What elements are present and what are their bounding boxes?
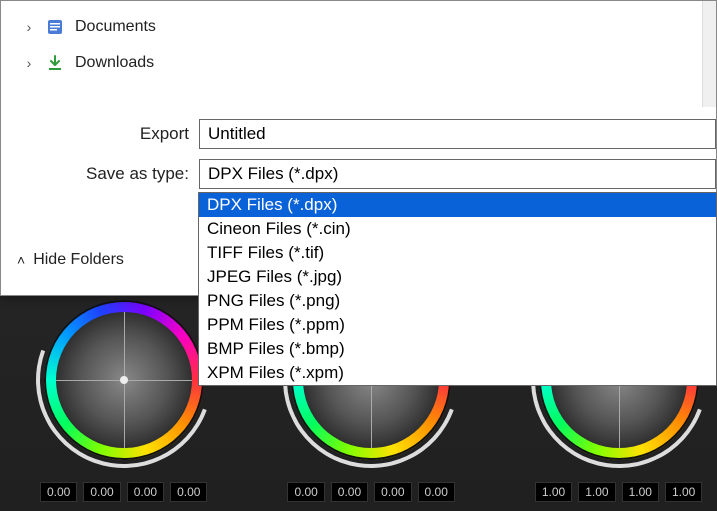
value-box[interactable]: 0.00 xyxy=(127,482,164,502)
color-wheel-1-values: 0.00 0.00 0.00 0.00 xyxy=(40,482,207,502)
folder-tree: › Documents › Downloads xyxy=(17,9,217,81)
value-box[interactable]: 0.00 xyxy=(83,482,120,502)
tree-scrollbar[interactable] xyxy=(702,1,716,107)
dropdown-option[interactable]: JPEG Files (*.jpg) xyxy=(199,265,716,289)
dropdown-option[interactable]: BMP Files (*.bmp) xyxy=(199,337,716,361)
dropdown-option[interactable]: TIFF Files (*.tif) xyxy=(199,241,716,265)
tree-item-downloads[interactable]: › Downloads xyxy=(17,45,217,81)
documents-icon xyxy=(45,17,65,37)
value-box[interactable]: 0.00 xyxy=(170,482,207,502)
color-wheel-2-values: 0.00 0.00 0.00 0.00 xyxy=(287,482,454,502)
color-wheel-1-block: 0.00 0.00 0.00 0.00 xyxy=(40,300,207,502)
value-box[interactable]: 1.00 xyxy=(578,482,615,502)
hide-folders-label: Hide Folders xyxy=(33,251,124,269)
tree-item-documents[interactable]: › Documents xyxy=(17,9,217,45)
dropdown-option[interactable]: XPM Files (*.xpm) xyxy=(199,361,716,385)
save-as-type-label: Save as type: xyxy=(41,164,199,184)
tree-item-label: Documents xyxy=(75,18,156,36)
save-as-type-combo[interactable]: DPX Files (*.dpx) xyxy=(199,159,716,189)
hide-folders-button[interactable]: ˄ Hide Folders xyxy=(17,251,124,269)
value-box[interactable]: 0.00 xyxy=(40,482,77,502)
save-as-type-value: DPX Files (*.dpx) xyxy=(208,164,338,184)
chevron-up-icon: ˄ xyxy=(17,252,25,268)
dropdown-option[interactable]: Cineon Files (*.cin) xyxy=(199,217,716,241)
tree-item-label: Downloads xyxy=(75,54,154,72)
export-filename-input[interactable] xyxy=(199,119,716,149)
export-label: Export xyxy=(41,124,199,144)
value-box[interactable]: 1.00 xyxy=(535,482,572,502)
value-box[interactable]: 1.00 xyxy=(665,482,702,502)
dropdown-option[interactable]: DPX Files (*.dpx) xyxy=(199,193,716,217)
color-wheel-1[interactable] xyxy=(44,300,204,460)
value-box[interactable]: 0.00 xyxy=(331,482,368,502)
downloads-icon xyxy=(45,53,65,73)
value-box[interactable]: 0.00 xyxy=(374,482,411,502)
chevron-right-icon: › xyxy=(23,19,35,35)
value-box[interactable]: 0.00 xyxy=(287,482,324,502)
chevron-right-icon: › xyxy=(23,55,35,71)
dropdown-option[interactable]: PNG Files (*.png) xyxy=(199,289,716,313)
dropdown-option[interactable]: PPM Files (*.ppm) xyxy=(199,313,716,337)
export-form: Export Save as type: DPX Files (*.dpx) xyxy=(41,119,716,199)
save-as-type-dropdown[interactable]: DPX Files (*.dpx)Cineon Files (*.cin)TIF… xyxy=(198,192,717,386)
value-box[interactable]: 1.00 xyxy=(622,482,659,502)
color-wheel-3-values: 1.00 1.00 1.00 1.00 xyxy=(535,482,702,502)
value-box[interactable]: 0.00 xyxy=(418,482,455,502)
